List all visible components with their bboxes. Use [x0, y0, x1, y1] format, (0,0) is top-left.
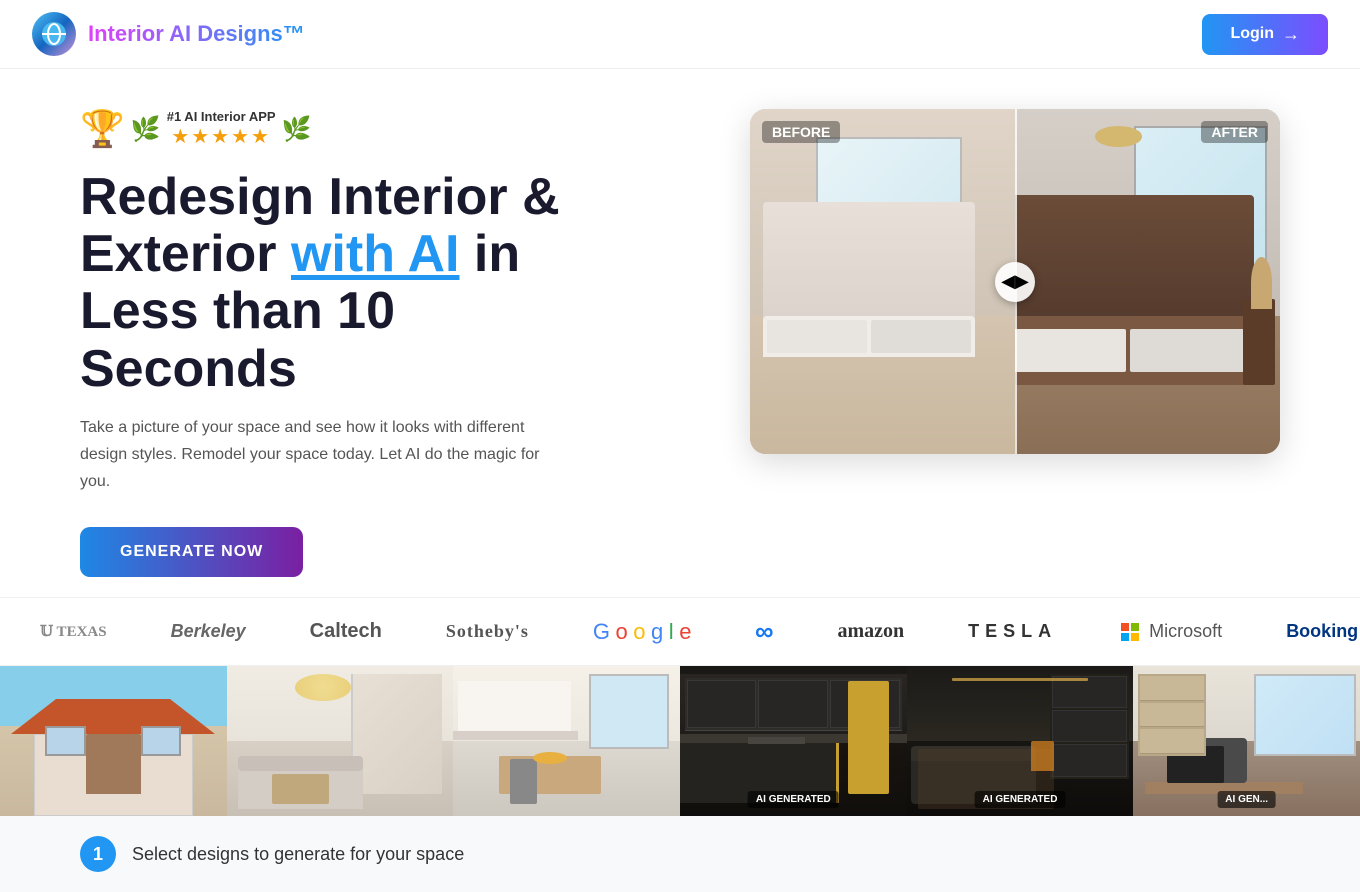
- ai-badge-5: AI GENERATED: [975, 791, 1066, 808]
- gallery-item-3: [453, 666, 680, 816]
- after-panel: AFTER: [1015, 109, 1280, 454]
- brand-ut: 𝕌 TEXAS: [40, 622, 107, 641]
- title-ai: with AI: [291, 225, 460, 283]
- gallery-item-2: [227, 666, 454, 816]
- brands-strip: 𝕌 TEXAS Berkeley Caltech Sotheby's Googl…: [0, 597, 1360, 666]
- gallery-item-1: [0, 666, 227, 816]
- logo-icon: [32, 12, 76, 56]
- brands-track: 𝕌 TEXAS Berkeley Caltech Sotheby's Googl…: [0, 616, 1360, 647]
- gallery-item-4: AI GENERATED: [680, 666, 907, 816]
- room-img-1: [0, 666, 227, 816]
- login-button[interactable]: Login →: [1202, 14, 1328, 55]
- slider-handle[interactable]: ◀▶: [995, 262, 1035, 302]
- bedroom-before-img: [750, 109, 1015, 454]
- ai-badge-4: AI GENERATED: [748, 791, 839, 808]
- before-after-container: BEFORE ◀▶: [750, 109, 1280, 454]
- brand-booking: Booking.com: [1286, 621, 1360, 642]
- gallery-item-5: AI GENERATED: [907, 666, 1134, 816]
- award-badge: 🏆 🌿 #1 AI Interior APP ★★★★★ 🌿: [80, 109, 560, 149]
- hero-right: BEFORE ◀▶: [750, 109, 1280, 454]
- before-panel: BEFORE: [750, 109, 1015, 454]
- ai-badge-6: AI GEN...: [1217, 791, 1276, 808]
- hero-left: 🏆 🌿 #1 AI Interior APP ★★★★★ 🌿 Redesign …: [80, 109, 560, 577]
- hero-subtitle: Take a picture of your space and see how…: [80, 414, 560, 496]
- hero-title: Redesign Interior & Exterior with AI inL…: [80, 169, 560, 398]
- login-label: Login: [1230, 25, 1274, 43]
- bedroom-after-img: [1015, 109, 1280, 454]
- brand-amazon: amazon: [837, 620, 904, 643]
- gallery-strip: AI GENERATED AI GENERA: [0, 666, 1360, 816]
- navbar-left: Interior AI Designs™: [32, 12, 305, 56]
- brand-name: Interior AI Designs™: [88, 21, 305, 47]
- brand-microsoft: Microsoft: [1121, 621, 1222, 642]
- after-label: AFTER: [1201, 121, 1268, 143]
- before-label: BEFORE: [762, 121, 840, 143]
- laurel-left: 🏆: [80, 111, 125, 147]
- room-img-2: [227, 666, 454, 816]
- gallery-item-6: AI GEN...: [1133, 666, 1360, 816]
- badge-stars: ★★★★★: [167, 124, 276, 149]
- title-part1: Redesign Interior &: [80, 168, 560, 226]
- arrow-icon: →: [1282, 24, 1300, 45]
- brand-sothebys: Sotheby's: [446, 621, 529, 642]
- step-text: Select designs to generate for your spac…: [132, 844, 464, 865]
- generate-now-button[interactable]: GENERATE NOW: [80, 527, 303, 577]
- step-section: 1 Select designs to generate for your sp…: [0, 816, 1360, 892]
- room-img-3: [453, 666, 680, 816]
- brand-google: Google: [593, 619, 691, 645]
- navbar: Interior AI Designs™ Login →: [0, 0, 1360, 69]
- hero-section: 🏆 🌿 #1 AI Interior APP ★★★★★ 🌿 Redesign …: [0, 69, 1360, 597]
- brand-caltech: Caltech: [310, 620, 382, 643]
- title-part2: Exterior: [80, 225, 291, 283]
- brand-berkeley: Berkeley: [171, 621, 246, 642]
- brand-tesla: TESLA: [968, 621, 1057, 642]
- step-number: 1: [80, 836, 116, 872]
- badge-label: #1 AI Interior APP: [167, 109, 276, 124]
- brand-meta: ∞: [755, 616, 774, 647]
